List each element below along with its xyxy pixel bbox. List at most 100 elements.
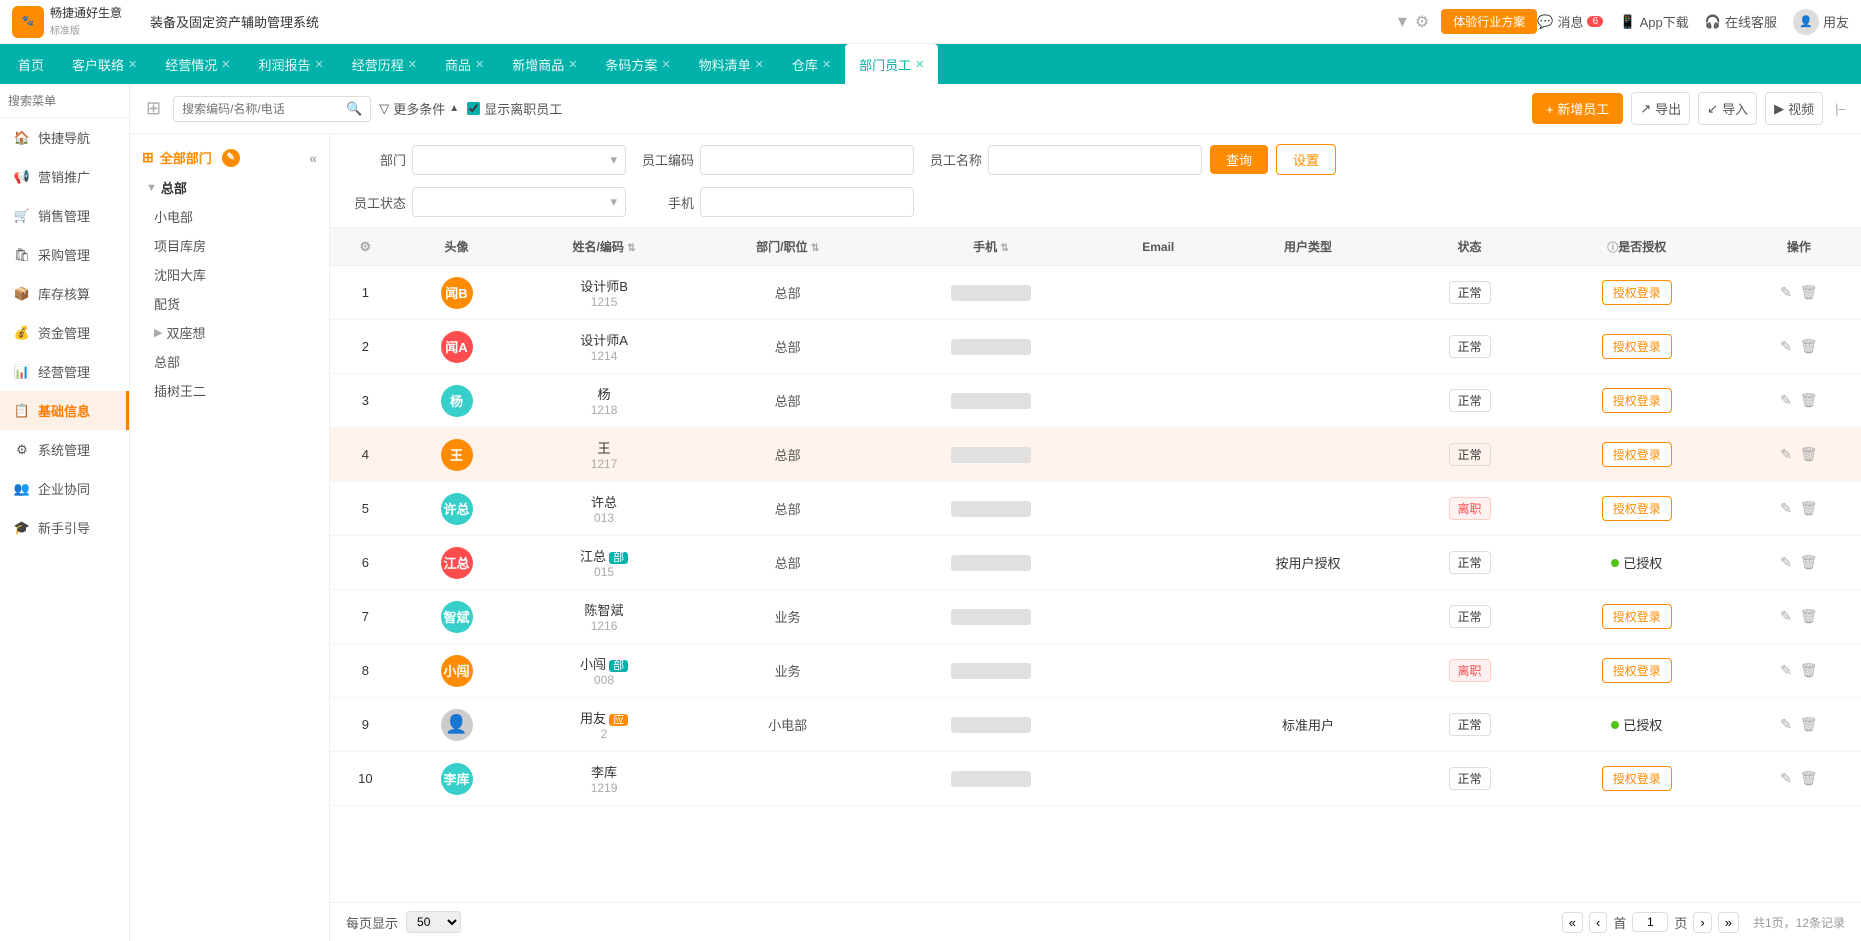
next-page-btn[interactable]: › <box>1693 912 1711 933</box>
dept-double[interactable]: ▶ 双座想 <box>130 318 329 347</box>
nav-close-customer[interactable]: ✕ <box>128 58 137 71</box>
nav-close-add-goods[interactable]: ✕ <box>568 58 577 71</box>
delete-icon[interactable]: 🗑 <box>1800 446 1818 463</box>
sidebar-item-purchase[interactable]: 🛍 采购管理 <box>0 235 129 274</box>
filter-emp-code-input[interactable] <box>700 145 914 175</box>
table-settings-icon[interactable]: ⚙ <box>360 239 372 254</box>
edit-icon[interactable]: ✎ <box>1780 338 1792 355</box>
delete-icon[interactable]: 🗑 <box>1800 500 1818 517</box>
app-download-btn[interactable]: 📱 App下载 <box>1619 12 1688 31</box>
dept-project-warehouse[interactable]: 项目库房 <box>130 231 329 260</box>
sidebar-item-finance[interactable]: 💰 资金管理 <box>0 313 129 352</box>
nav-close-operation[interactable]: ✕ <box>221 58 230 71</box>
new-employee-btn[interactable]: + 新增员工 <box>1532 93 1623 124</box>
prev-page-btn[interactable]: ‹ <box>1589 912 1607 933</box>
show-resigned-input[interactable] <box>467 102 480 115</box>
nav-goods[interactable]: 商品 ✕ <box>431 44 498 84</box>
toolbar-search-input[interactable] <box>182 102 342 116</box>
dept-general-group[interactable]: ▼ 总部 <box>130 173 329 202</box>
filter-dept-select[interactable]: ▾ <box>412 145 626 175</box>
nav-close-bom[interactable]: ✕ <box>755 58 764 71</box>
more-filter-btn[interactable]: ▽ 更多条件 ▲ <box>379 99 459 118</box>
first-page-btn[interactable]: « <box>1562 912 1583 933</box>
filter-emp-name-input[interactable] <box>988 145 1202 175</box>
filter-emp-status-select[interactable]: ▾ <box>412 187 626 217</box>
all-dept-header[interactable]: ⊞ 全部部门 ✎ « <box>130 142 329 173</box>
delete-icon[interactable]: 🗑 <box>1800 770 1818 787</box>
view-btn[interactable]: ▶ 视频 <box>1765 92 1823 125</box>
dept-delivery[interactable]: 配货 <box>130 289 329 318</box>
nav-bom[interactable]: 物料清单 ✕ <box>685 44 778 84</box>
sidebar-item-ops[interactable]: 📊 经营管理 <box>0 352 129 391</box>
nav-close-profit[interactable]: ✕ <box>315 58 324 71</box>
edit-icon[interactable]: ✎ <box>1780 392 1792 409</box>
page-size-select[interactable]: 10 20 50 100 <box>406 911 461 933</box>
auth-btn[interactable]: 授权登录 <box>1602 496 1672 521</box>
edit-icon[interactable]: ✎ <box>1780 770 1792 787</box>
nav-close-barcode[interactable]: ✕ <box>661 58 670 71</box>
sidebar-item-sales[interactable]: 🛒 销售管理 <box>0 196 129 235</box>
nav-barcode[interactable]: 条码方案 ✕ <box>591 44 684 84</box>
edit-icon[interactable]: ✎ <box>1780 716 1792 733</box>
auth-btn[interactable]: 授权登录 <box>1602 604 1672 629</box>
reset-btn[interactable]: 设置 <box>1276 144 1336 175</box>
edit-icon[interactable]: ✎ <box>1780 284 1792 301</box>
page-input[interactable] <box>1632 912 1668 932</box>
message-btn[interactable]: 💬 消息 6 <box>1537 12 1603 31</box>
settings-icon[interactable]: ⚙ <box>1415 12 1429 32</box>
user-btn[interactable]: 👤 用友 <box>1793 9 1849 35</box>
sidebar-search-input[interactable] <box>8 94 130 108</box>
dept-shenyang[interactable]: 沈阳大库 <box>130 260 329 289</box>
nav-operation[interactable]: 经营情况 ✕ <box>151 44 244 84</box>
sidebar-item-guide[interactable]: 🎓 新手引导 <box>0 508 129 547</box>
sidebar-item-inventory[interactable]: 📦 库存核算 <box>0 274 129 313</box>
nav-add-goods[interactable]: 新增商品 ✕ <box>498 44 591 84</box>
try-btn[interactable]: 体验行业方案 <box>1441 9 1537 34</box>
dept-small-electronics[interactable]: 小电部 <box>130 202 329 231</box>
show-resigned-checkbox[interactable]: 显示离职员工 <box>467 99 562 118</box>
delete-icon[interactable]: 🗑 <box>1800 338 1818 355</box>
phone-sort-icon[interactable]: ⇅ <box>1000 243 1008 254</box>
delete-icon[interactable]: 🗑 <box>1800 716 1818 733</box>
auth-btn[interactable]: 授权登录 <box>1602 334 1672 359</box>
query-btn[interactable]: 查询 <box>1210 145 1268 174</box>
last-page-btn[interactable]: » <box>1718 912 1739 933</box>
edit-icon[interactable]: ✎ <box>1780 662 1792 679</box>
sidebar-item-system[interactable]: ⚙ 系统管理 <box>0 430 129 469</box>
toolbar-search-icon[interactable]: 🔍 <box>346 101 362 117</box>
sidebar-item-marketing[interactable]: 📢 营销推广 <box>0 157 129 196</box>
sidebar-item-collab[interactable]: 👥 企业协同 <box>0 469 129 508</box>
nav-close-goods[interactable]: ✕ <box>475 58 484 71</box>
delete-icon[interactable]: 🗑 <box>1800 554 1818 571</box>
edit-icon[interactable]: ✎ <box>1780 608 1792 625</box>
print-btn[interactable]: |⎯ <box>1831 97 1849 121</box>
edit-icon[interactable]: ✎ <box>1780 554 1792 571</box>
nav-warehouse[interactable]: 仓库 ✕ <box>778 44 845 84</box>
edit-icon[interactable]: ✎ <box>1780 500 1792 517</box>
export-btn[interactable]: ↗ 导出 <box>1631 92 1690 125</box>
collapse-tree-btn[interactable]: « <box>309 150 317 166</box>
system-dropdown-icon[interactable]: ▾ <box>1398 11 1407 32</box>
delete-icon[interactable]: 🗑 <box>1800 608 1818 625</box>
nav-close-history[interactable]: ✕ <box>408 58 417 71</box>
delete-icon[interactable]: 🗑 <box>1800 284 1818 301</box>
sidebar-item-quicknav[interactable]: 🏠 快捷导航 <box>0 118 129 157</box>
import-btn[interactable]: ↙ 导入 <box>1698 92 1757 125</box>
auth-btn[interactable]: 授权登录 <box>1602 388 1672 413</box>
delete-icon[interactable]: 🗑 <box>1800 662 1818 679</box>
auth-btn[interactable]: 授权登录 <box>1602 658 1672 683</box>
nav-home[interactable]: 首页 <box>4 44 58 84</box>
nav-history[interactable]: 经营历程 ✕ <box>338 44 431 84</box>
nav-close-warehouse[interactable]: ✕ <box>822 58 831 71</box>
dept-sort-icon[interactable]: ⇅ <box>811 243 819 254</box>
auth-btn[interactable]: 授权登录 <box>1602 766 1672 791</box>
name-sort-icon[interactable]: ⇅ <box>627 243 635 254</box>
nav-employees[interactable]: 部门员工 ✕ <box>845 44 938 84</box>
nav-customer[interactable]: 客户联络 ✕ <box>58 44 151 84</box>
nav-close-employees[interactable]: ✕ <box>915 58 924 71</box>
sidebar-item-basic[interactable]: 📋 基础信息 <box>0 391 129 430</box>
online-service-btn[interactable]: 🎧 在线客服 <box>1705 12 1777 31</box>
dept-headquarters[interactable]: 总部 <box>130 347 329 376</box>
filter-phone-input[interactable] <box>700 187 914 217</box>
nav-profit[interactable]: 利润报告 ✕ <box>244 44 337 84</box>
